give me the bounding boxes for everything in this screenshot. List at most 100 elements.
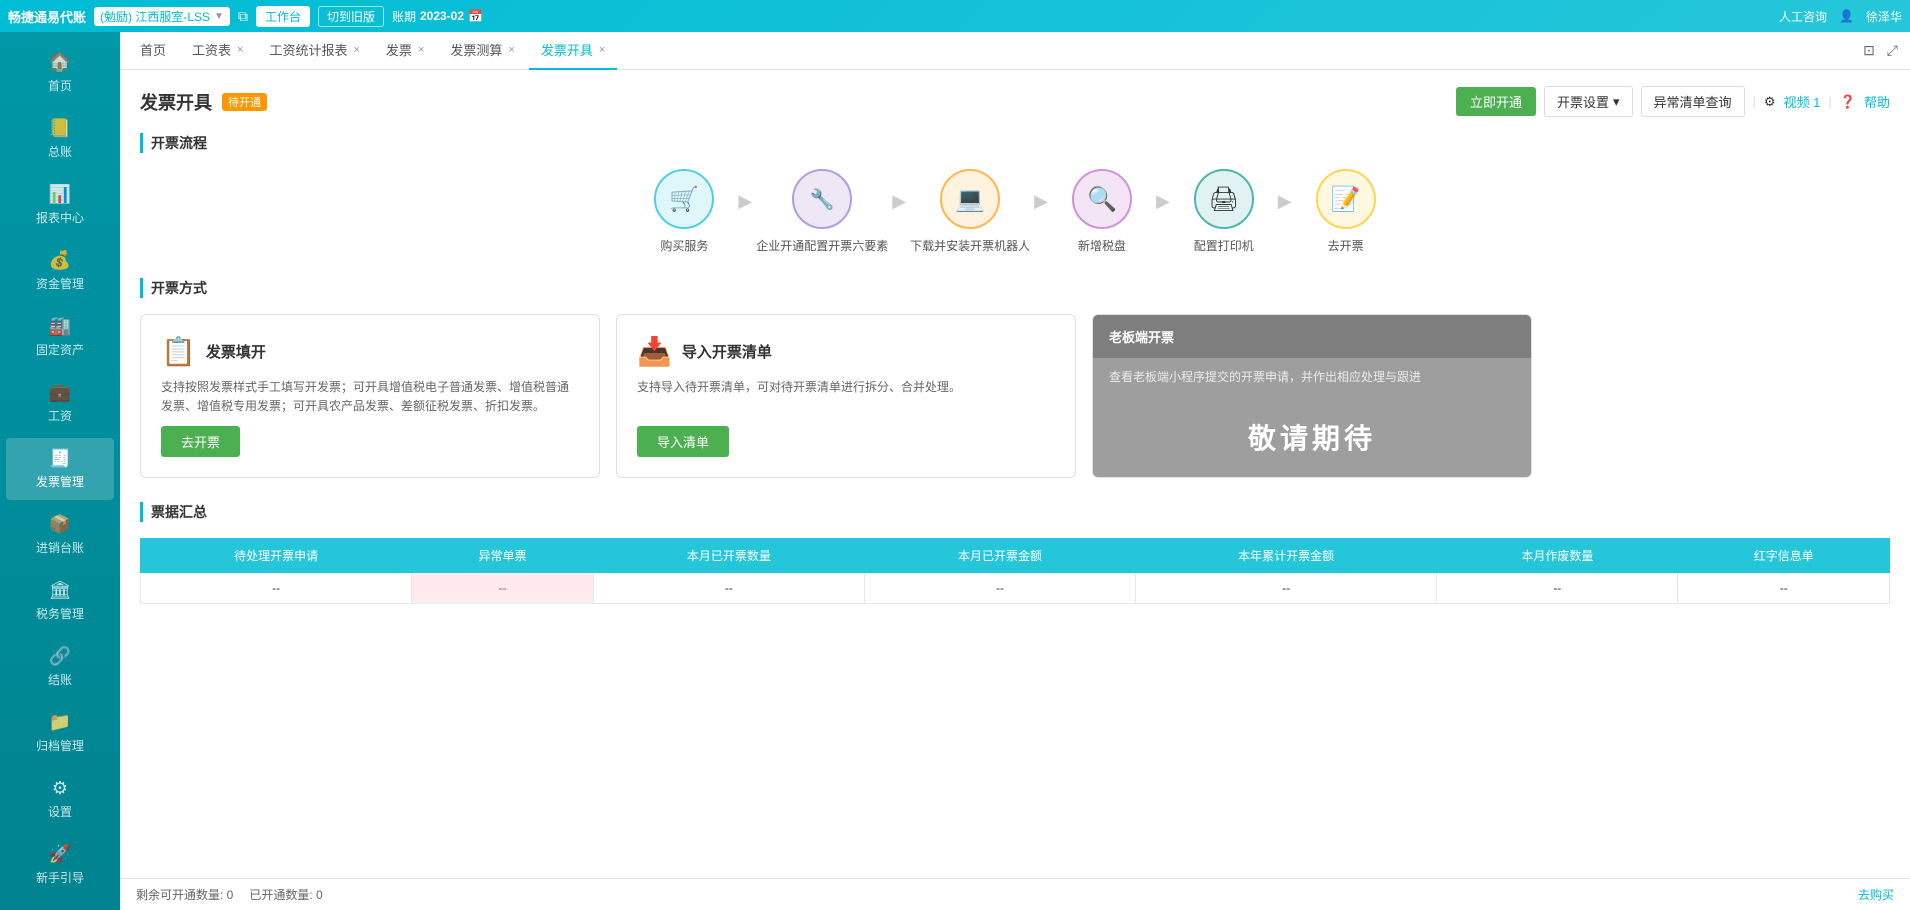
method-card-fill: 📋 发票填开 支持按照发票样式手工填写开发票；可开具增值税电子普通发票、增值税普… (140, 314, 600, 478)
archive-icon: 📁 (49, 712, 71, 733)
flow-arrow-2: ▶ (892, 191, 906, 232)
open-settings-label: 开票设置 (1557, 92, 1609, 111)
sidebar-item-ledger[interactable]: 📒 总账 (6, 108, 114, 170)
fill-card-icon: 📋 (161, 335, 196, 368)
period-label: 账期 (392, 8, 416, 25)
config-label: 企业开通配置开票六要素 (756, 237, 888, 254)
tab-payroll-label: 工资表 (192, 40, 231, 59)
sidebar-item-label: 税务管理 (36, 605, 84, 622)
funds-icon: 💰 (49, 250, 71, 271)
bottom-bar-left: 剩余可开通数量: 0 已开通数量: 0 (136, 886, 323, 903)
sidebar-item-label: 结账 (48, 671, 72, 688)
download-label: 下载并安装开票机器人 (910, 237, 1030, 254)
boss-card-body: 敬请期待 (1093, 396, 1531, 477)
sidebar-item-settlement[interactable]: 🔗 结账 (6, 636, 114, 698)
period-display: 账期 2023-02 📅 (392, 8, 483, 25)
sidebar-item-settings[interactable]: ⚙ 设置 (6, 768, 114, 830)
tab-payroll-close[interactable]: × (237, 44, 243, 56)
salary-icon: 💼 (49, 382, 71, 403)
page-title-area: 发票开具 待开通 (140, 89, 267, 115)
summary-td-2: -- (593, 573, 864, 604)
flow-arrow-4: ▶ (1156, 191, 1170, 232)
immediate-open-button[interactable]: 立即开通 (1456, 87, 1536, 116)
work-station-button[interactable]: 工作台 (256, 6, 310, 27)
fullscreen-button[interactable]: ⤢ (1883, 40, 1902, 61)
boss-card-title: 老板端开票 (1109, 330, 1174, 345)
tab-payroll-report[interactable]: 工资统计报表 × (257, 32, 371, 70)
sidebar-item-label: 总账 (48, 143, 72, 160)
company-selector[interactable]: (勉励) 江西服室-LSS ▼ (94, 7, 230, 26)
sidebar-item-vip[interactable]: ♾ 畅会员 (6, 898, 114, 910)
open-settings-button[interactable]: 开票设置 ▾ (1544, 86, 1633, 117)
sidebar-item-funds[interactable]: 💰 资金管理 (6, 240, 114, 302)
tab-invoice-issue-close[interactable]: × (599, 44, 605, 56)
buy-link[interactable]: 去购买 (1858, 886, 1894, 903)
fill-card-btn[interactable]: 去开票 (161, 426, 240, 457)
copy-icon[interactable]: ⧉ (238, 8, 248, 25)
sidebar-item-home[interactable]: 🏠 首页 (6, 42, 114, 104)
fill-card-header: 📋 发票填开 (161, 335, 579, 368)
summary-data-row: -- -- -- -- -- -- -- (141, 573, 1890, 604)
import-card-actions: 导入清单 (637, 426, 1055, 457)
sidebar-item-purchase[interactable]: 📦 进销台账 (6, 504, 114, 566)
summary-th-3: 本月已开票金额 (864, 539, 1135, 573)
tab-invoice-close[interactable]: × (418, 44, 424, 56)
sidebar-item-salary[interactable]: 💼 工资 (6, 372, 114, 434)
summary-td-1: -- (412, 573, 594, 604)
tab-home[interactable]: 首页 (128, 32, 178, 70)
sidebar-item-label: 设置 (48, 803, 72, 820)
sidebar: 🏠 首页 📒 总账 📊 报表中心 💰 资金管理 🏭 固定资产 💼 工资 🧾 发票… (0, 32, 120, 910)
view-count-button[interactable]: 视频 1 (1784, 92, 1821, 111)
flow-step-issue[interactable]: 📝 去开票 (1296, 169, 1396, 254)
guide-icon: 🚀 (49, 844, 71, 865)
sidebar-item-archive[interactable]: 📁 归档管理 (6, 702, 114, 764)
import-card-desc: 支持导入待开票清单，可对待开票清单进行拆分、合并处理。 (637, 378, 1055, 397)
sidebar-item-assets[interactable]: 🏭 固定资产 (6, 306, 114, 368)
summary-th-2: 本月已开票数量 (593, 539, 864, 573)
abnormal-query-button[interactable]: 异常清单查询 (1641, 86, 1745, 117)
flow-step-printer[interactable]: 🖨 配置打印机 (1174, 169, 1274, 254)
tab-payroll[interactable]: 工资表 × (180, 32, 255, 70)
tab-invoice-label: 发票 (386, 40, 412, 59)
summary-th-1: 异常单票 (412, 539, 594, 573)
chevron-down-icon: ▼ (214, 11, 224, 22)
tab-invoice-calc[interactable]: 发票测算 × (438, 32, 526, 70)
page-header: 发票开具 待开通 立即开通 开票设置 ▾ 异常清单查询 | ⚙ 视频 1 | ❓… (140, 86, 1890, 117)
remaining-quota: 剩余可开通数量: 0 (136, 886, 233, 903)
restore-button[interactable]: ⊡ (1859, 40, 1879, 61)
tab-invoice-calc-close[interactable]: × (508, 44, 514, 56)
calendar-icon[interactable]: 📅 (468, 9, 483, 23)
summary-td-3: -- (864, 573, 1135, 604)
flow-step-taxpad[interactable]: 🔍 新增税盘 (1052, 169, 1152, 254)
flow-step-buy[interactable]: 🛒 购买服务 (634, 169, 734, 254)
switch-old-button[interactable]: 切到旧版 (318, 6, 384, 27)
support-button[interactable]: 人工咨询 (1779, 8, 1827, 25)
opened-quota: 已开通数量: 0 (249, 886, 322, 903)
method-card-import: 📥 导入开票清单 支持导入待开票清单，可对待开票清单进行拆分、合并处理。 导入清… (616, 314, 1076, 478)
tab-invoice[interactable]: 发票 × (374, 32, 436, 70)
settings-icon: ⚙ (1764, 94, 1776, 110)
user-avatar-icon: 👤 (1839, 9, 1854, 23)
tab-invoice-issue-label: 发票开具 (541, 40, 593, 59)
flow-step-config[interactable]: 🔧 企业开通配置开票六要素 (756, 169, 888, 254)
sidebar-item-label: 进销台账 (36, 539, 84, 556)
method-section-title: 开票方式 (140, 278, 1890, 298)
tab-payroll-report-close[interactable]: × (353, 44, 359, 56)
sidebar-item-invoice[interactable]: 🧾 发票管理 (6, 438, 114, 500)
printer-icon: 🖨 (1194, 169, 1254, 229)
tab-invoice-issue[interactable]: 发票开具 × (529, 32, 617, 70)
bottom-bar: 剩余可开通数量: 0 已开通数量: 0 去购买 (120, 878, 1910, 910)
purchase-icon: 📦 (49, 514, 71, 535)
tab-home-label: 首页 (140, 40, 166, 59)
summary-td-0: -- (141, 573, 412, 604)
help-button[interactable]: 帮助 (1864, 92, 1890, 111)
import-card-btn[interactable]: 导入清单 (637, 426, 729, 457)
divider: | (1753, 94, 1756, 109)
top-bar-left: 畅捷通易代账 (勉励) 江西服室-LSS ▼ ⧉ 工作台 切到旧版 账期 202… (8, 6, 483, 27)
sidebar-item-tax[interactable]: 🏛 税务管理 (6, 570, 114, 632)
tax-icon: 🏛 (49, 580, 72, 601)
summary-td-6: -- (1678, 573, 1890, 604)
sidebar-item-guide[interactable]: 🚀 新手引导 (6, 834, 114, 896)
flow-step-download[interactable]: 💻 下载并安装开票机器人 (910, 169, 1030, 254)
sidebar-item-reports[interactable]: 📊 报表中心 (6, 174, 114, 236)
